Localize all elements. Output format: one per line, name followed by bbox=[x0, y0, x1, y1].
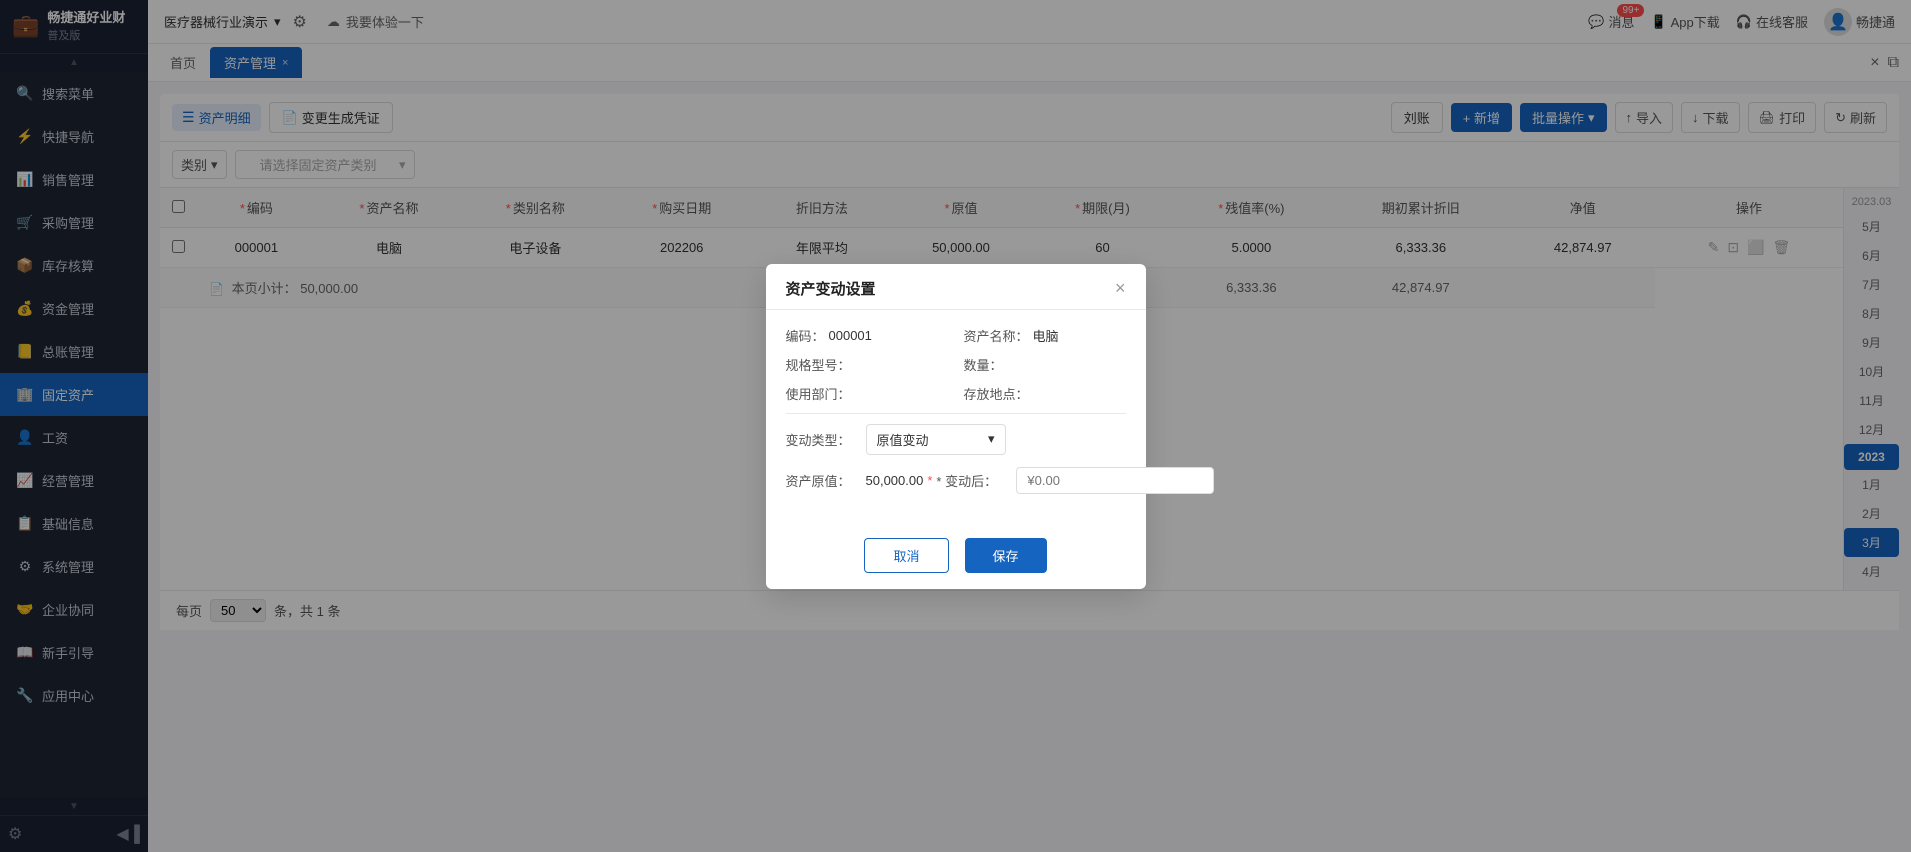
modal-spec-field: 规格型号： bbox=[786, 355, 948, 374]
change-type-chevron-icon: ▾ bbox=[988, 431, 995, 447]
modal-change-type-row: 变动类型： 原值变动 ▾ bbox=[786, 424, 1126, 455]
asset-name-label: 资产名称： bbox=[964, 326, 1029, 345]
dept-label: 使用部门： bbox=[786, 384, 851, 403]
spec-label: 规格型号： bbox=[786, 355, 851, 374]
location-label: 存放地点： bbox=[964, 384, 1029, 403]
modal-row-1: 编码： 000001 资产名称： 电脑 bbox=[786, 326, 1126, 345]
modal-body: 编码： 000001 资产名称： 电脑 规格型号： 数量： bbox=[766, 310, 1146, 526]
modal-divider bbox=[786, 413, 1126, 414]
code-value: 000001 bbox=[829, 328, 872, 343]
modal-name-field: 资产名称： 电脑 bbox=[964, 326, 1126, 345]
modal-location-field: 存放地点： bbox=[964, 384, 1126, 403]
after-change-label: * 变动后： bbox=[936, 471, 1016, 490]
after-change-input[interactable] bbox=[1016, 467, 1214, 494]
cancel-button[interactable]: 取消 bbox=[864, 538, 948, 573]
modal-footer: 取消 保存 bbox=[766, 526, 1146, 589]
modal-value-row: 资产原值： 50,000.00 * * 变动后： bbox=[786, 467, 1126, 494]
code-label: 编码： bbox=[786, 326, 825, 345]
modal-quantity-field: 数量： bbox=[964, 355, 1126, 374]
asset-value: 50,000.00 bbox=[866, 473, 924, 488]
modal-title: 资产变动设置 bbox=[786, 278, 876, 299]
modal-row-2: 规格型号： 数量： bbox=[786, 355, 1126, 374]
asset-change-modal: 资产变动设置 × 编码： 000001 资产名称： 电脑 规格型号： bbox=[766, 264, 1146, 589]
modal-header: 资产变动设置 × bbox=[766, 264, 1146, 310]
asset-value-label: 资产原值： bbox=[786, 471, 866, 490]
modal-close-button[interactable]: × bbox=[1115, 278, 1126, 299]
asset-name-value: 电脑 bbox=[1033, 326, 1059, 345]
change-type-select[interactable]: 原值变动 ▾ bbox=[866, 424, 1006, 455]
save-button[interactable]: 保存 bbox=[965, 538, 1047, 573]
quantity-label: 数量： bbox=[964, 355, 1003, 374]
modal-dept-field: 使用部门： bbox=[786, 384, 948, 403]
change-type-label: 变动类型： bbox=[786, 430, 866, 449]
modal-code-field: 编码： 000001 bbox=[786, 326, 948, 345]
modal-overlay: 资产变动设置 × 编码： 000001 资产名称： 电脑 规格型号： bbox=[0, 0, 1911, 852]
modal-row-3: 使用部门： 存放地点： bbox=[786, 384, 1126, 403]
required-mark: * bbox=[927, 473, 932, 488]
change-type-value: 原值变动 bbox=[877, 430, 929, 449]
